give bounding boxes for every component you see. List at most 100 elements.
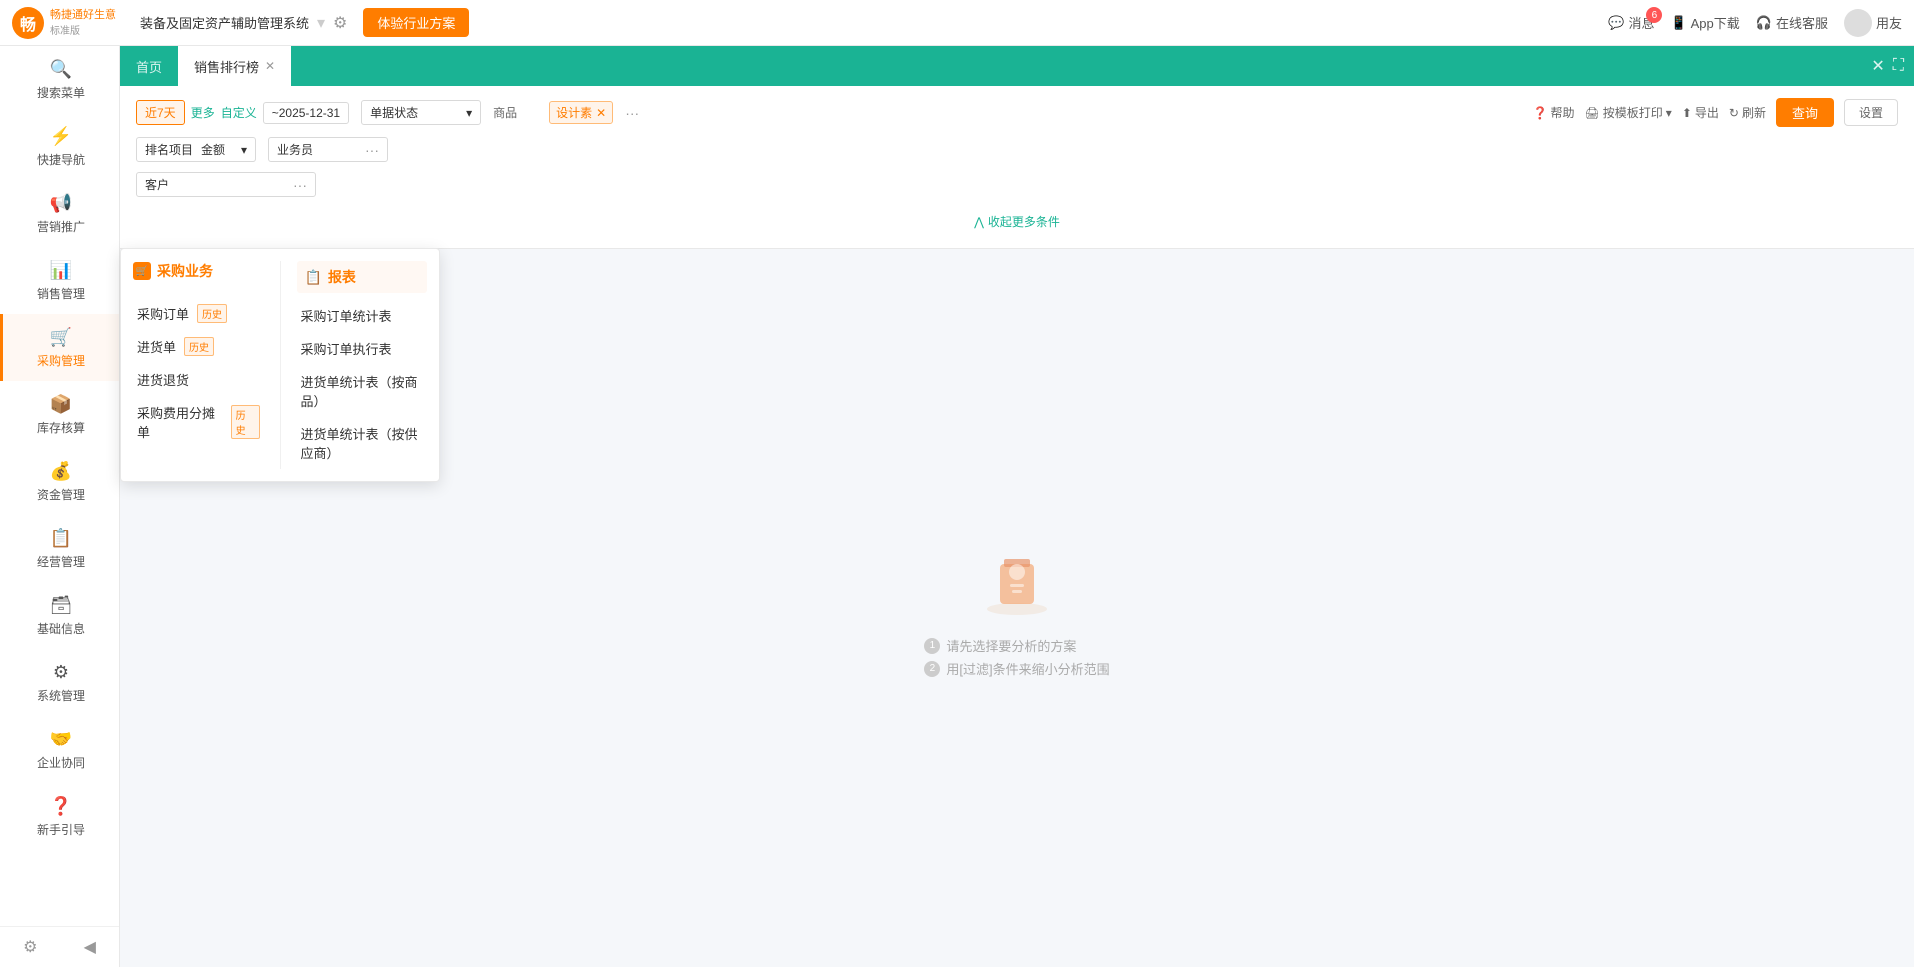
sidebar-label-finance: 资金管理 xyxy=(37,486,85,503)
export-btn[interactable]: ⬆ 导出 xyxy=(1682,104,1719,121)
menu-item-purchase-order[interactable]: 采购订单 历史 xyxy=(133,297,264,330)
settings-icon[interactable]: ⚙ xyxy=(333,13,347,33)
sidebar-item-quick-nav[interactable]: ⚡ 快捷导航 xyxy=(0,113,119,180)
print-dropdown-icon: ▾ xyxy=(1666,106,1672,120)
purchase-col-title: 采购业务 xyxy=(157,261,213,281)
menu-item-purchase-in-stat-product[interactable]: 进货单统计表（按商品） xyxy=(297,365,428,417)
help-icon: ❓ xyxy=(1533,106,1548,120)
header-right: 💬 消息 6 📱 App下载 🎧 在线客服 用友 xyxy=(1608,9,1902,37)
sidebar-item-purchase[interactable]: 🛒 采购管理 xyxy=(0,314,119,381)
more-options-icon[interactable]: ··· xyxy=(625,105,639,121)
menu-item-purchase-order-exec[interactable]: 采购订单执行表 xyxy=(297,332,428,365)
help-btn[interactable]: ❓ 帮助 xyxy=(1533,104,1575,121)
status-dropdown-icon: ▾ xyxy=(466,106,472,120)
print-icon: 🖨 xyxy=(1585,106,1600,120)
print-btn[interactable]: 🖨 按模板打印 ▾ xyxy=(1585,104,1672,121)
collapse-sidebar-btn[interactable]: ◀ xyxy=(84,937,96,957)
product-tag: 设计素 ✕ xyxy=(549,101,613,124)
sidebar-bottom: ⚙ ◀ xyxy=(0,926,119,967)
sidebar-label-system: 系统管理 xyxy=(37,687,85,704)
app-download-label: App下载 xyxy=(1691,13,1740,32)
messages-btn[interactable]: 💬 消息 6 xyxy=(1608,13,1654,32)
purchase-order-stat-label: 采购订单统计表 xyxy=(301,306,392,325)
query-btn[interactable]: 查询 xyxy=(1776,98,1834,127)
customer-select[interactable]: 客户 ··· xyxy=(136,172,316,197)
filter-toolbar: 近7天 更多 自定义 ~2025-12-31 单据状态 ▾ 商品 设计素 ✕ xyxy=(120,86,1914,249)
rank-label: 排名项目 xyxy=(145,141,193,158)
headset-icon: 🎧 xyxy=(1756,15,1772,31)
collapse-label: 收起更多条件 xyxy=(988,213,1060,230)
export-icon: ⬆ xyxy=(1682,106,1692,120)
purchase-expense-history-badge: 历史 xyxy=(231,405,260,439)
search-icon: 🔍 xyxy=(50,58,72,80)
status-label: 单据状态 xyxy=(370,104,418,121)
staff-more-icon: ··· xyxy=(365,142,379,158)
tab-home[interactable]: 首页 xyxy=(120,46,178,86)
menu-item-purchase-expense[interactable]: 采购费用分摊单 历史 xyxy=(133,396,264,448)
purchase-in-stat-supplier-label: 进货单统计表（按供应商） xyxy=(301,424,424,462)
rank-dropdown-icon: ▾ xyxy=(241,143,247,157)
menu-item-purchase-in[interactable]: 进货单 历史 xyxy=(133,330,264,363)
date-btn-7days[interactable]: 近7天 xyxy=(136,100,185,125)
collapse-btn[interactable]: ⋀ 收起更多条件 xyxy=(136,207,1898,236)
industry-btn[interactable]: 体验行业方案 xyxy=(363,8,469,37)
menu-item-purchase-order-stat[interactable]: 采购订单统计表 xyxy=(297,299,428,332)
dropdown-arrow-icon[interactable]: ▾ xyxy=(317,13,325,33)
sidebar-item-search[interactable]: 🔍 搜索菜单 xyxy=(0,46,119,113)
sidebar-item-finance[interactable]: 💰 资金管理 xyxy=(0,448,119,515)
sidebar-label-quick-nav: 快捷导航 xyxy=(37,151,85,168)
sidebar-item-system[interactable]: ⚙ 系统管理 xyxy=(0,649,119,716)
report-col-title: 报表 xyxy=(328,267,356,287)
online-service-btn[interactable]: 🎧 在线客服 xyxy=(1756,13,1828,32)
product-tag-text: 设计素 xyxy=(556,104,592,121)
quick-nav-icon: ⚡ xyxy=(50,125,72,147)
sidebar-label-basic: 基础信息 xyxy=(37,620,85,637)
purchase-order-exec-label: 采购订单执行表 xyxy=(301,339,392,358)
refresh-btn[interactable]: ↻ 刷新 xyxy=(1729,104,1766,121)
rank-select[interactable]: 排名项目 金额 ▾ xyxy=(136,137,256,162)
sidebar-label-guide: 新手引导 xyxy=(37,821,85,838)
tab-close-icon[interactable]: ✕ xyxy=(265,59,275,73)
print-label: 按模板打印 xyxy=(1603,104,1663,121)
tab-sales-rank[interactable]: 销售排行榜 ✕ xyxy=(178,46,291,86)
avatar xyxy=(1844,9,1872,37)
date-btn-more[interactable]: 更多 xyxy=(191,104,215,121)
date-btn-custom[interactable]: 自定义 xyxy=(221,104,257,121)
sidebar-item-inventory[interactable]: 📦 库存核算 xyxy=(0,381,119,448)
purchase-in-history-badge: 历史 xyxy=(184,337,214,356)
date-range-input[interactable]: ~2025-12-31 xyxy=(263,102,349,124)
product-tag-close-icon[interactable]: ✕ xyxy=(596,106,606,120)
sidebar-label-sales: 销售管理 xyxy=(37,285,85,302)
sidebar-item-marketing[interactable]: 📢 营销推广 xyxy=(0,180,119,247)
sidebar-item-guide[interactable]: ❓ 新手引导 xyxy=(0,783,119,850)
logo-area: 畅 畅捷通好生意 标准版 xyxy=(12,7,132,39)
staff-select[interactable]: 业务员 ··· xyxy=(268,137,388,162)
sidebar-item-sales[interactable]: 📊 销售管理 xyxy=(0,247,119,314)
tab-fullscreen-icon[interactable]: ⛶ xyxy=(1893,57,1904,75)
settings-bottom-btn[interactable]: ⚙ xyxy=(23,937,37,957)
sidebar-item-enterprise[interactable]: 🤝 企业协同 xyxy=(0,716,119,783)
tab-sales-rank-label: 销售排行榜 xyxy=(194,57,259,76)
empty-tips: 1 请先选择要分析的方案 2 用[过滤]条件来缩小分析范围 xyxy=(924,636,1109,682)
product-label: 商品 xyxy=(493,104,543,121)
guide-icon: ❓ xyxy=(50,795,72,817)
dropdown-col-report: 📋 报表 采购订单统计表 采购订单执行表 进货单统计表（按商品） 进货单统计表（… xyxy=(285,261,440,469)
logo-text-block: 畅捷通好生意 标准版 xyxy=(50,8,116,37)
user-btn[interactable]: 用友 xyxy=(1844,9,1902,37)
settings-btn[interactable]: 设置 xyxy=(1844,99,1898,126)
empty-illustration xyxy=(972,534,1062,624)
app-download-btn[interactable]: 📱 App下载 xyxy=(1670,13,1739,32)
purchase-col-header: 🛒 采购业务 xyxy=(133,261,264,287)
purchase-in-label: 进货单 xyxy=(137,337,176,356)
staff-label: 业务员 xyxy=(277,141,313,158)
export-label: 导出 xyxy=(1695,104,1719,121)
sidebar-label-enterprise: 企业协同 xyxy=(37,754,85,771)
sidebar-label-operation: 经营管理 xyxy=(37,553,85,570)
status-select[interactable]: 单据状态 ▾ xyxy=(361,100,481,125)
sidebar-item-operation[interactable]: 📋 经营管理 xyxy=(0,515,119,582)
menu-item-purchase-return[interactable]: 进货退货 xyxy=(133,363,264,396)
tab-close-all-icon[interactable]: ✕ xyxy=(1871,56,1884,76)
dropdown-col-purchase: 🛒 采购业务 采购订单 历史 进货单 历史 进货退货 采购费用分摊单 历史 xyxy=(121,261,276,469)
menu-item-purchase-in-stat-supplier[interactable]: 进货单统计表（按供应商） xyxy=(297,417,428,469)
sidebar-item-basic[interactable]: 🗃 基础信息 xyxy=(0,582,119,649)
